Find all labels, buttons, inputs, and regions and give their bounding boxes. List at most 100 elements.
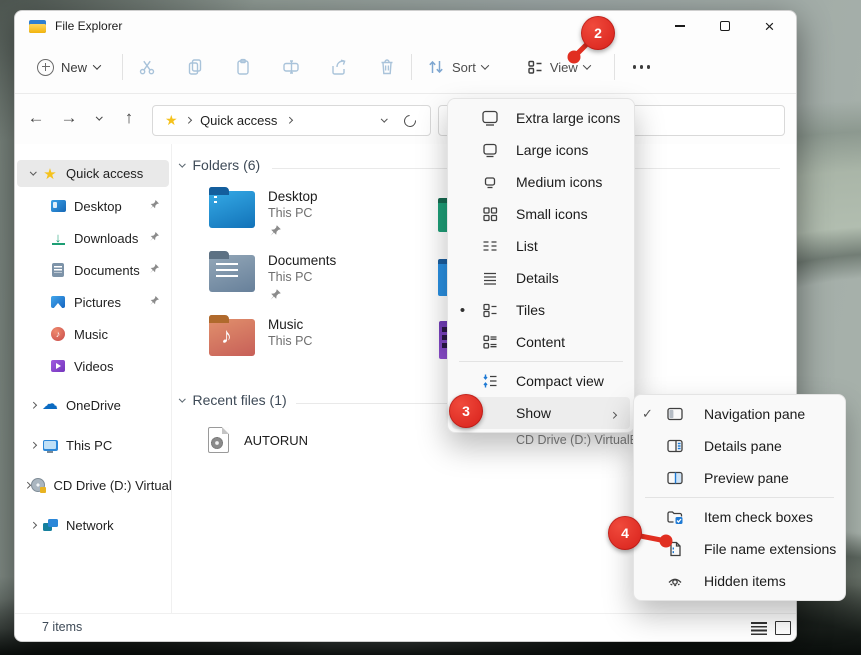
folder-tile-music[interactable]: ♪ Music This PC	[209, 315, 312, 356]
chevron-down-icon	[480, 61, 490, 70]
sidebar-item-onedrive[interactable]: ☁ OneDrive	[17, 392, 169, 418]
submenu-item-item-check-boxes[interactable]: Item check boxes	[634, 501, 845, 533]
rename-button[interactable]	[267, 57, 315, 77]
list-view-icon	[477, 237, 503, 255]
close-button[interactable]: ×	[747, 11, 792, 41]
menu-item-compact-view[interactable]: Compact view	[448, 365, 634, 397]
extra-large-icons-icon	[477, 109, 503, 127]
sidebar-item-cd-drive[interactable]: CD Drive (D:) Virtual	[17, 472, 172, 498]
small-icons-icon	[477, 205, 503, 223]
up-button[interactable]: ↑	[114, 102, 144, 134]
item-count: 7 items	[42, 620, 83, 634]
documents-icon	[50, 262, 66, 278]
menu-item-small-icons[interactable]: Small icons	[448, 198, 634, 230]
large-thumbnails-view-toggle-icon[interactable]	[775, 621, 791, 635]
sidebar-item-label: Videos	[74, 358, 114, 374]
tiles-view-icon	[477, 301, 503, 319]
address-bar[interactable]: ★ Quick access	[152, 105, 431, 136]
forward-button[interactable]: →	[54, 102, 84, 134]
sidebar-item-label: CD Drive (D:) Virtual	[53, 477, 172, 493]
paste-button[interactable]	[219, 57, 267, 77]
share-icon	[332, 59, 346, 75]
chevron-right-icon[interactable]	[24, 481, 31, 489]
menu-item-medium-icons[interactable]: Medium icons	[448, 166, 634, 198]
chevron-down-icon[interactable]	[25, 168, 42, 176]
chevron-right-icon	[286, 117, 293, 124]
window-title: File Explorer	[55, 19, 123, 33]
menu-item-content[interactable]: Content	[448, 326, 634, 358]
sidebar-item-label: OneDrive	[66, 397, 121, 413]
recent-locations-button[interactable]	[87, 102, 111, 134]
folder-tile-documents[interactable]: Documents This PC	[209, 251, 336, 307]
chevron-down-icon	[92, 61, 102, 70]
this-pc-icon	[42, 437, 58, 453]
address-dropdown-chevron[interactable]	[380, 115, 387, 123]
collapse-chevron-icon[interactable]	[179, 160, 186, 167]
breadcrumb[interactable]: Quick access	[200, 113, 277, 128]
submenu-item-navigation-pane[interactable]: ✓ Navigation pane	[634, 398, 845, 430]
sidebar-item-pictures[interactable]: Pictures	[17, 289, 169, 315]
selected-bullet-icon: •	[459, 301, 466, 319]
view-button[interactable]: View	[502, 58, 604, 76]
pictures-icon	[50, 294, 66, 310]
sidebar-item-documents[interactable]: Documents	[17, 257, 169, 283]
submenu-item-file-name-extensions[interactable]: File name extensions	[634, 533, 845, 565]
menu-item-extra-large-icons[interactable]: Extra large icons	[448, 102, 634, 134]
music-icon: ♪	[50, 326, 66, 342]
submenu-item-preview-pane[interactable]: Preview pane	[634, 462, 845, 494]
chevron-right-icon[interactable]	[25, 401, 42, 409]
folders-section-header[interactable]: Folders (6)	[179, 157, 261, 173]
new-button-label: New	[61, 59, 88, 75]
collapse-chevron-icon[interactable]	[179, 395, 186, 402]
menu-item-tiles[interactable]: • Tiles	[448, 294, 634, 326]
back-button[interactable]: ←	[21, 102, 51, 134]
sidebar-item-videos[interactable]: Videos	[17, 353, 169, 379]
refresh-icon[interactable]	[401, 112, 419, 129]
sidebar-item-network[interactable]: Network	[17, 512, 169, 538]
pin-icon	[148, 199, 160, 214]
trash-icon	[381, 59, 393, 75]
tile-location: This PC	[268, 270, 313, 284]
file-name-extensions-icon	[661, 540, 688, 558]
sidebar-item-label: Quick access	[66, 166, 144, 181]
large-icons-icon	[477, 141, 503, 159]
chevron-right-icon[interactable]	[25, 441, 42, 449]
chevron-down-icon	[95, 113, 103, 120]
cut-button[interactable]	[123, 57, 171, 77]
submenu-item-details-pane[interactable]: Details pane	[634, 430, 845, 462]
see-more-button[interactable]	[615, 65, 669, 69]
recent-files-section-header[interactable]: Recent files (1)	[179, 392, 287, 408]
sort-button[interactable]: Sort	[412, 58, 502, 76]
sidebar-item-downloads[interactable]: ↓ Downloads	[17, 225, 169, 251]
documents-folder-icon	[209, 251, 255, 292]
network-icon	[42, 517, 58, 533]
sidebar-item-this-pc[interactable]: This PC	[17, 432, 169, 458]
sidebar-item-desktop[interactable]: Desktop	[17, 193, 169, 219]
menu-item-details[interactable]: Details	[448, 262, 634, 294]
ellipsis-icon	[640, 65, 644, 69]
maximize-button[interactable]	[702, 11, 747, 41]
downloads-icon: ↓	[50, 230, 66, 246]
sort-icon	[429, 60, 443, 74]
share-button[interactable]	[315, 57, 363, 77]
menu-item-list[interactable]: List	[448, 230, 634, 262]
menu-separator	[645, 497, 834, 498]
chevron-right-icon[interactable]	[25, 521, 42, 529]
menu-item-large-icons[interactable]: Large icons	[448, 134, 634, 166]
pin-icon	[148, 231, 160, 246]
folder-tile-desktop[interactable]: Desktop This PC	[209, 187, 318, 243]
delete-button[interactable]	[363, 57, 411, 77]
minimize-button[interactable]	[657, 11, 702, 41]
titlebar[interactable]: File Explorer ×	[15, 11, 796, 41]
ellipsis-icon	[647, 65, 651, 69]
new-button[interactable]: New	[37, 58, 102, 76]
submenu-item-hidden-items[interactable]: Hidden items	[634, 565, 845, 597]
tile-location: This PC	[268, 206, 313, 220]
sidebar-item-music[interactable]: ♪ Music	[17, 321, 169, 347]
sidebar-item-quick-access[interactable]: ★ Quick access	[17, 160, 169, 187]
view-dropdown-menu: Extra large icons Large icons Medium ico…	[447, 98, 635, 433]
folders-header-label: Folders (6)	[192, 157, 261, 173]
rename-icon	[283, 60, 299, 74]
copy-button[interactable]	[171, 57, 219, 77]
details-view-toggle-icon[interactable]	[751, 622, 767, 635]
